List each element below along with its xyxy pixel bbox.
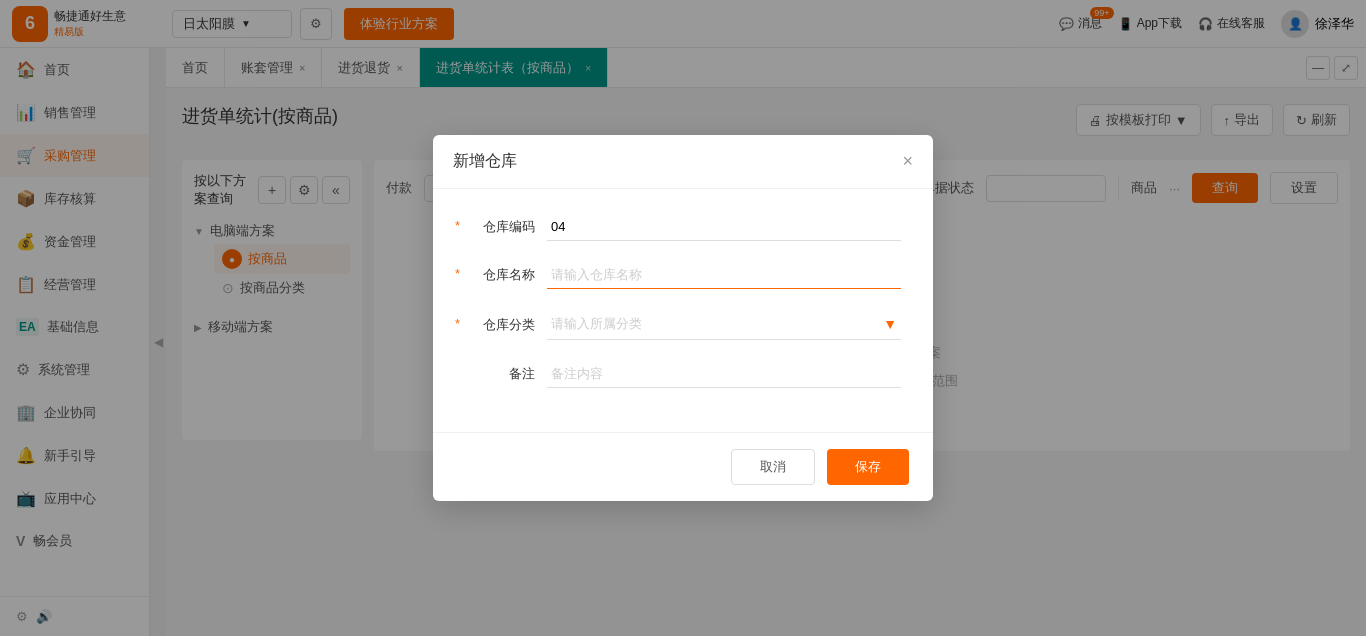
dialog-header: 新增仓库 × — [433, 135, 933, 189]
dialog-close-btn[interactable]: × — [902, 151, 913, 172]
remark-input[interactable] — [547, 360, 901, 388]
remark-label: 备注 — [465, 365, 535, 383]
form-row-name: 仓库名称 — [465, 261, 901, 289]
dialog-title: 新增仓库 — [453, 151, 517, 172]
category-select[interactable]: 请输入所属分类 ▼ — [547, 309, 901, 340]
code-label: 仓库编码 — [465, 218, 535, 236]
form-row-category: 仓库分类 请输入所属分类 ▼ — [465, 309, 901, 340]
modal-overlay: 新增仓库 × 仓库编码 仓库名称 仓库分类 请输入所属分类 ▼ — [0, 0, 1366, 636]
dialog-footer: 取消 保存 — [433, 432, 933, 501]
category-dropdown-icon: ▼ — [883, 316, 897, 332]
name-label: 仓库名称 — [465, 266, 535, 284]
save-button[interactable]: 保存 — [827, 449, 909, 485]
dialog-body: 仓库编码 仓库名称 仓库分类 请输入所属分类 ▼ 备注 — [433, 189, 933, 432]
form-row-remark: 备注 — [465, 360, 901, 388]
code-input[interactable] — [547, 213, 901, 241]
add-warehouse-dialog: 新增仓库 × 仓库编码 仓库名称 仓库分类 请输入所属分类 ▼ — [433, 135, 933, 501]
form-row-code: 仓库编码 — [465, 213, 901, 241]
category-label: 仓库分类 — [465, 316, 535, 334]
name-input[interactable] — [547, 261, 901, 289]
category-placeholder: 请输入所属分类 — [551, 315, 642, 333]
cancel-button[interactable]: 取消 — [731, 449, 815, 485]
